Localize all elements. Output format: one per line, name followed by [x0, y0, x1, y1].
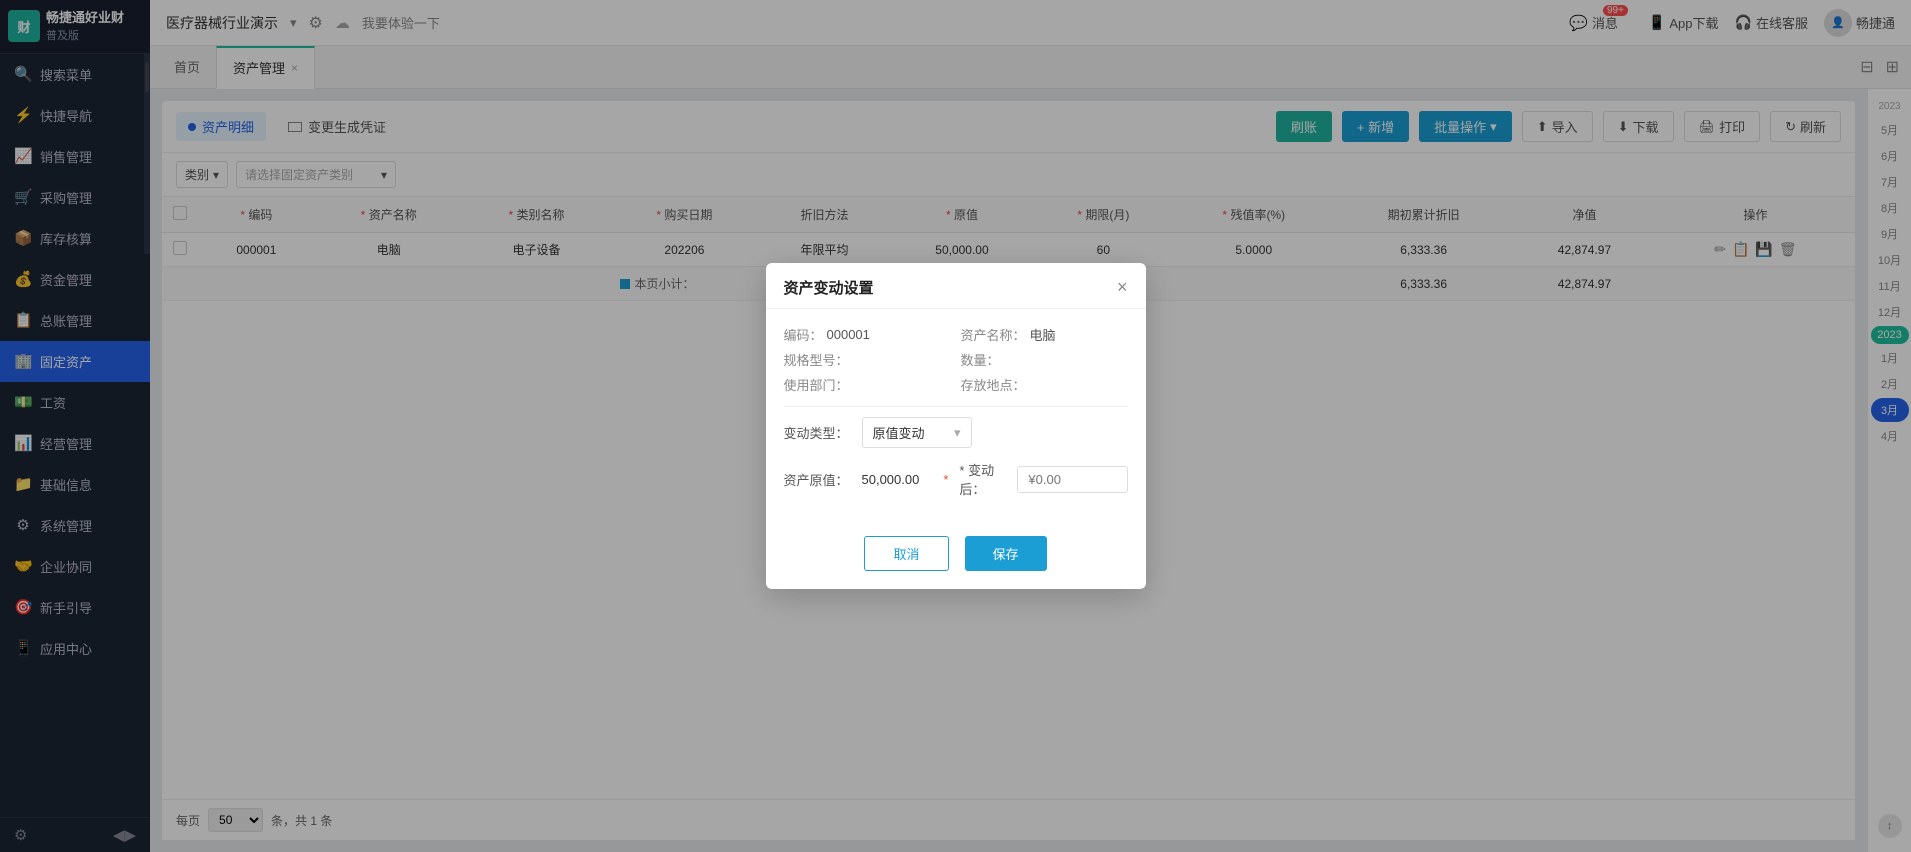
dialog-spec-field: 规格型号： [784, 350, 951, 369]
dialog-close-button[interactable]: × [1117, 277, 1128, 298]
dialog-body: 编码： 000001 资产名称： 电脑 规格型号： 数量： 使用部门： [766, 309, 1146, 526]
change-type-select[interactable]: 原值变动 ▾ [862, 417, 972, 448]
dept-label: 使用部门： [784, 375, 849, 394]
dialog-title: 资产变动设置 [784, 277, 874, 298]
cancel-button[interactable]: 取消 [864, 536, 948, 571]
quantity-label: 数量： [961, 350, 1000, 369]
dialog-divider [784, 406, 1128, 407]
original-value-value: 50,000.00 [862, 472, 920, 487]
dialog-quantity-field: 数量： [961, 350, 1128, 369]
code-label: 编码： [784, 325, 823, 344]
dialog-dept-field: 使用部门： [784, 375, 951, 394]
spec-label: 规格型号： [784, 350, 849, 369]
dialog-footer: 取消 保存 [766, 526, 1146, 589]
dialog-asset-name-field: 资产名称： 电脑 [961, 325, 1128, 344]
asset-name-label: 资产名称： [961, 325, 1026, 344]
change-type-dropdown-icon: ▾ [954, 425, 961, 441]
code-value: 000001 [827, 327, 870, 342]
dialog-header: 资产变动设置 × [766, 263, 1146, 309]
dialog-location-field: 存放地点： [961, 375, 1128, 394]
change-type-value: 原值变动 [873, 423, 925, 442]
after-change-input[interactable] [1017, 466, 1127, 493]
asset-change-dialog: 资产变动设置 × 编码： 000001 资产名称： 电脑 规格型号： 数量： [766, 263, 1146, 589]
change-type-label: 变动类型： [784, 423, 854, 442]
dialog-overlay: 资产变动设置 × 编码： 000001 资产名称： 电脑 规格型号： 数量： [0, 0, 1911, 852]
after-change-label: * 变动后： [959, 460, 1009, 498]
original-value-row: 资产原值： 50,000.00 * * 变动后： [784, 460, 1128, 498]
asset-name-value: 电脑 [1030, 325, 1056, 344]
location-label: 存放地点： [961, 375, 1026, 394]
dialog-code-field: 编码： 000001 [784, 325, 951, 344]
required-star: * [943, 472, 948, 487]
save-button[interactable]: 保存 [965, 536, 1047, 571]
original-value-label: 资产原值： [784, 470, 854, 489]
dialog-info-grid: 编码： 000001 资产名称： 电脑 规格型号： 数量： 使用部门： [784, 325, 1128, 394]
change-type-row: 变动类型： 原值变动 ▾ [784, 417, 1128, 448]
